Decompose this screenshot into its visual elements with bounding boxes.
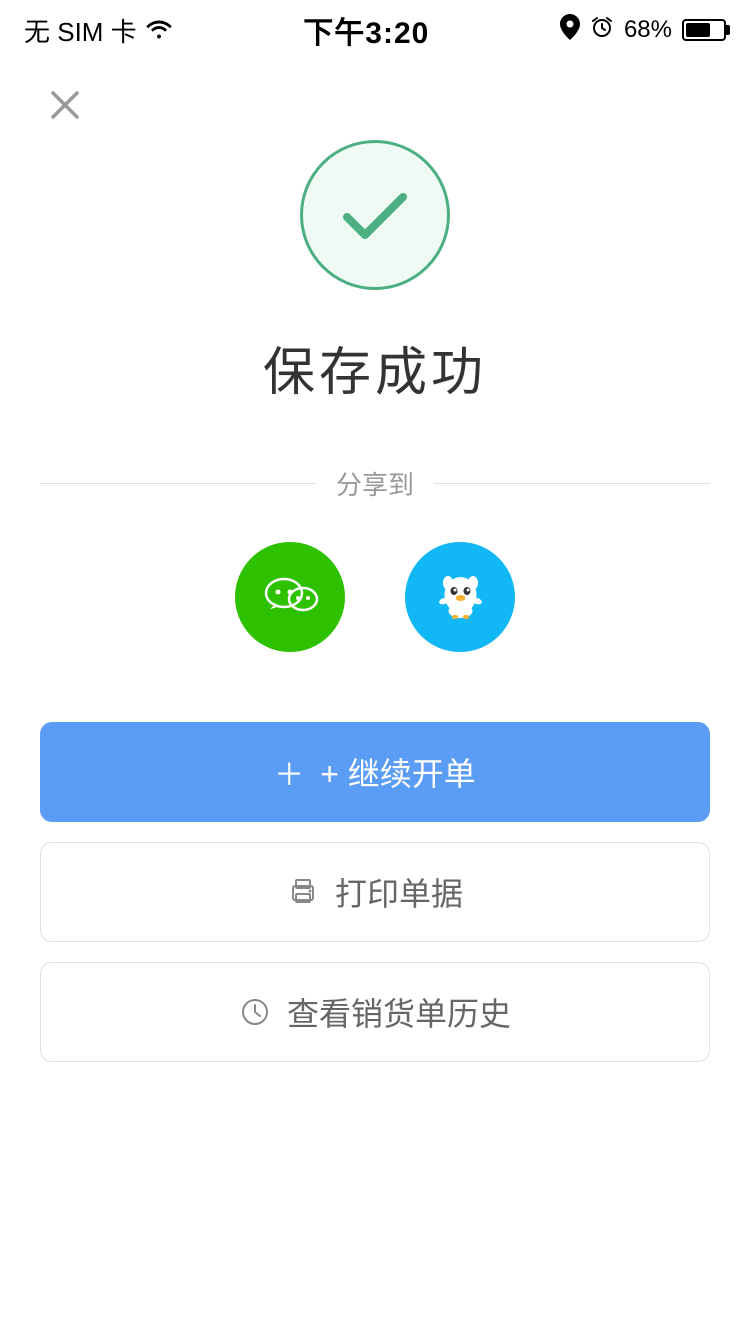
- continue-label: + 继续开单: [320, 749, 476, 795]
- share-icons-row: [235, 542, 515, 652]
- print-label: 打印单据: [335, 869, 463, 915]
- close-button[interactable]: [40, 80, 90, 130]
- status-right: 68%: [560, 14, 726, 47]
- success-circle: [300, 140, 450, 290]
- divider-line-right: [434, 483, 710, 484]
- alarm-icon: [590, 15, 614, 46]
- wifi-icon: [145, 15, 173, 46]
- print-icon: [287, 876, 319, 908]
- battery-fill: [686, 23, 710, 37]
- clock-icon: [239, 996, 271, 1028]
- status-time: 下午3:20: [303, 8, 429, 52]
- share-divider: 分享到: [40, 465, 710, 502]
- checkmark-icon: [335, 175, 415, 255]
- plus-icon: ＋: [274, 750, 304, 794]
- continue-button[interactable]: ＋ + 继续开单: [40, 722, 710, 822]
- qq-icon: [428, 565, 493, 630]
- share-qq-button[interactable]: [405, 542, 515, 652]
- status-left: 无 SIM 卡: [24, 12, 173, 49]
- battery-icon: [682, 19, 726, 41]
- share-wechat-button[interactable]: [235, 542, 345, 652]
- share-label: 分享到: [336, 465, 414, 502]
- battery-percent: 68%: [624, 16, 672, 44]
- main-content: 保存成功 分享到: [0, 60, 750, 1334]
- history-label: 查看销货单历史: [287, 989, 511, 1035]
- divider-line-left: [40, 483, 316, 484]
- carrier-text: 无 SIM 卡: [24, 12, 137, 49]
- history-button[interactable]: 查看销货单历史: [40, 962, 710, 1062]
- location-icon: [560, 14, 580, 47]
- wechat-icon: [258, 565, 323, 630]
- print-button[interactable]: 打印单据: [40, 842, 710, 942]
- action-buttons: ＋ + 继续开单 打印单据 查看销货单历: [40, 722, 710, 1062]
- status-bar: 无 SIM 卡 下午3:20 68%: [0, 0, 750, 60]
- success-title: 保存成功: [263, 330, 487, 405]
- close-icon: [49, 89, 81, 121]
